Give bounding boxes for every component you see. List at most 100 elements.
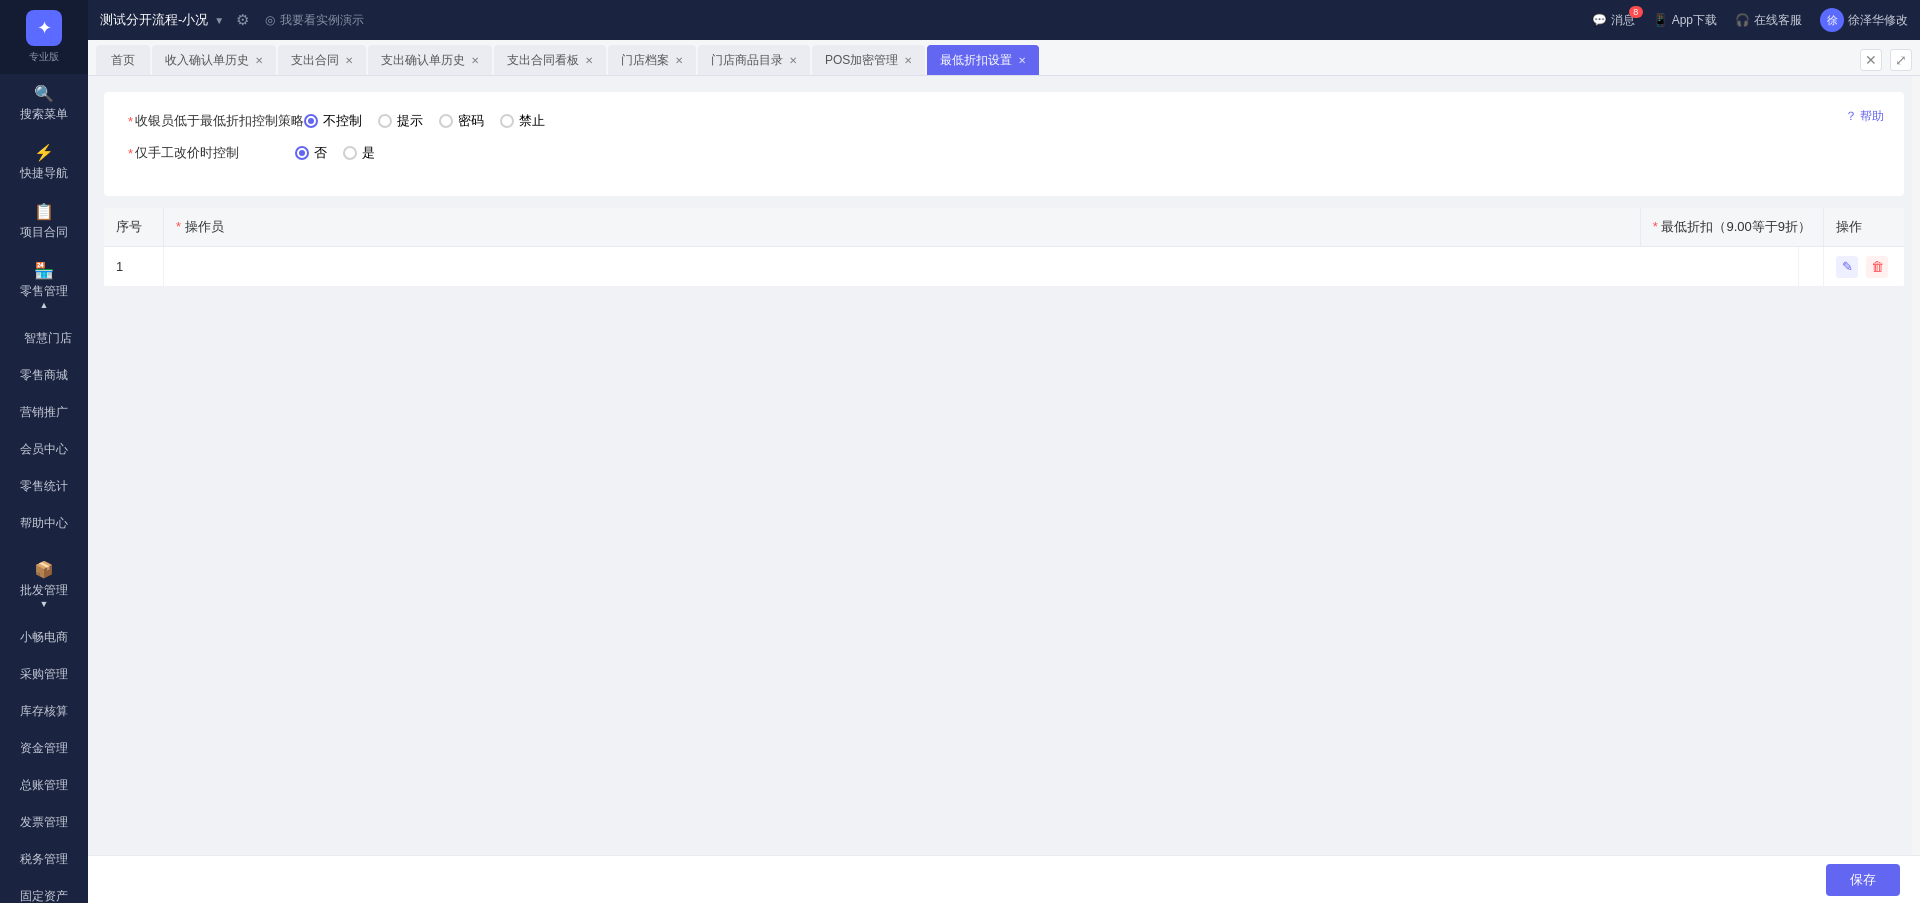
tab-income-confirm[interactable]: 收入确认单历史 ✕ <box>152 45 276 75</box>
td-operator <box>164 247 1799 286</box>
close-tabs-button[interactable]: ✕ <box>1860 49 1882 71</box>
td-min-discount <box>1799 247 1824 286</box>
footer: 保存 <box>88 855 1920 903</box>
tab-label: 支出确认单历史 <box>381 52 465 69</box>
radio-label-forbid: 禁止 <box>519 112 545 130</box>
sidebar-item-member[interactable]: 会员中心 <box>0 431 88 468</box>
radio-no[interactable]: 否 <box>295 144 327 162</box>
radio-circle-password <box>439 114 453 128</box>
tab-payment-confirm[interactable]: 支出确认单历史 ✕ <box>368 45 492 75</box>
retail-icon: 🏪 <box>34 261 54 280</box>
tab-label: 支出合同 <box>291 52 339 69</box>
close-icon[interactable]: ✕ <box>789 55 797 66</box>
tab-store-products[interactable]: 门店商品目录 ✕ <box>698 45 810 75</box>
radio-yes[interactable]: 是 <box>343 144 375 162</box>
app-download-button[interactable]: 📱 App下载 <box>1653 12 1717 29</box>
radio-circle-forbid <box>500 114 514 128</box>
sidebar-item-project[interactable]: 📋 项目合同 <box>0 192 88 251</box>
online-support-button[interactable]: 🎧 在线客服 <box>1735 12 1802 29</box>
close-icon[interactable]: ✕ <box>255 55 263 66</box>
radio-circle-yes <box>343 146 357 160</box>
search-icon: 🔍 <box>34 84 54 103</box>
sidebar: ✦ 专业版 🔍 搜索菜单 ⚡ 快捷导航 📋 项目合同 🏪 零售管理 ▲ 智慧门店… <box>0 0 88 903</box>
required-mark: * <box>128 146 133 161</box>
radio-forbid[interactable]: 禁止 <box>500 112 545 130</box>
sidebar-item-label: 会员中心 <box>20 441 68 458</box>
messages-button[interactable]: 💬 消息 8 <box>1592 12 1635 29</box>
tab-payment-board[interactable]: 支出合同看板 ✕ <box>494 45 606 75</box>
online-support-label: 在线客服 <box>1754 12 1802 29</box>
tab-store-file[interactable]: 门店档案 ✕ <box>608 45 696 75</box>
sidebar-item-invoice[interactable]: 发票管理 <box>0 804 88 841</box>
radio-no-control[interactable]: 不控制 <box>304 112 362 130</box>
sidebar-item-label: 采购管理 <box>20 666 68 683</box>
content-area: ？ 帮助 * 收银员低于最低折扣控制策略 不控制 提示 <box>88 76 1920 855</box>
radio-circle-no-control <box>304 114 318 128</box>
sidebar-item-search[interactable]: 🔍 搜索菜单 <box>0 74 88 133</box>
required-mark: * <box>176 219 185 234</box>
sidebar-item-label: 库存核算 <box>20 703 68 720</box>
close-icon[interactable]: ✕ <box>585 55 593 66</box>
sidebar-item-online-store[interactable]: 零售商城 <box>0 357 88 394</box>
required-mark: * <box>128 114 133 129</box>
settings-icon[interactable]: ⚙ <box>236 11 249 29</box>
radio-hint[interactable]: 提示 <box>378 112 423 130</box>
close-icon[interactable]: ✕ <box>1018 55 1026 66</box>
tab-payment-contract[interactable]: 支出合同 ✕ <box>278 45 366 75</box>
project-selector[interactable]: 测试分开流程-小况 ▼ <box>100 11 224 29</box>
sidebar-item-fixed-assets[interactable]: 固定资产 <box>0 878 88 903</box>
td-actions: ✎ 🗑 <box>1824 247 1904 286</box>
radio-circle-hint <box>378 114 392 128</box>
delete-button[interactable]: 🗑 <box>1866 256 1888 278</box>
project-name: 测试分开流程-小况 <box>100 11 208 29</box>
tab-label: 门店商品目录 <box>711 52 783 69</box>
sidebar-logo: ✦ 专业版 <box>0 0 88 74</box>
sidebar-item-ledger[interactable]: 总账管理 <box>0 767 88 804</box>
sidebar-item-finance[interactable]: 资金管理 <box>0 730 88 767</box>
manual-radio-group: 否 是 <box>295 144 375 162</box>
form-row-manual: * 仅手工改价时控制 否 是 <box>128 144 1880 162</box>
close-icon[interactable]: ✕ <box>345 55 353 66</box>
tab-pos-encrypt[interactable]: POS加密管理 ✕ <box>812 45 925 75</box>
form-row-strategy: * 收银员低于最低折扣控制策略 不控制 提示 密码 <box>128 112 1880 130</box>
sidebar-item-label: 项目合同 <box>20 224 68 241</box>
sidebar-item-help[interactable]: 帮助中心 <box>0 505 88 542</box>
edit-button[interactable]: ✎ <box>1836 256 1858 278</box>
circle-icon: ◎ <box>265 13 275 27</box>
close-icon[interactable]: ✕ <box>471 55 479 66</box>
topbar: 测试分开流程-小况 ▼ ⚙ ◎ 我要看实例演示 💬 消息 8 📱 App下载 🎧… <box>88 0 1920 40</box>
radio-password[interactable]: 密码 <box>439 112 484 130</box>
strategy-label: 收银员低于最低折扣控制策略 <box>135 112 304 130</box>
tab-min-discount[interactable]: 最低折扣设置 ✕ <box>927 45 1039 75</box>
radio-label-no: 否 <box>314 144 327 162</box>
sidebar-item-tax[interactable]: 税务管理 <box>0 841 88 878</box>
chevron-up-icon: ▲ <box>40 300 49 310</box>
sidebar-item-wholesale[interactable]: 📦 批发管理 ▼ <box>0 550 88 619</box>
sidebar-item-smart-store[interactable]: 智慧门店 <box>0 320 88 357</box>
chevron-down-icon: ▼ <box>214 15 224 26</box>
sidebar-item-shortcuts[interactable]: ⚡ 快捷导航 <box>0 133 88 192</box>
sidebar-item-label: 搜索菜单 <box>20 106 68 123</box>
sidebar-item-marketing[interactable]: 营销推广 <box>0 394 88 431</box>
expand-button[interactable]: ⤢ <box>1890 49 1912 71</box>
sidebar-item-inventory[interactable]: 库存核算 <box>0 693 88 730</box>
seq-value: 1 <box>116 259 123 274</box>
sidebar-item-label: 零售统计 <box>20 478 68 495</box>
save-button[interactable]: 保存 <box>1826 864 1900 896</box>
sidebar-item-retail-stats[interactable]: 零售统计 <box>0 468 88 505</box>
close-icon[interactable]: ✕ <box>675 55 683 66</box>
help-link[interactable]: ？ 帮助 <box>1845 108 1884 125</box>
manual-label: 仅手工改价时控制 <box>135 144 295 162</box>
settings-card: ？ 帮助 * 收银员低于最低折扣控制策略 不控制 提示 <box>104 92 1904 196</box>
user-menu-button[interactable]: 徐 徐泽华修改 <box>1820 8 1908 32</box>
radio-circle-no <box>295 146 309 160</box>
sidebar-item-retail[interactable]: 🏪 零售管理 ▲ <box>0 251 88 320</box>
close-icon[interactable]: ✕ <box>904 55 912 66</box>
sidebar-item-ecom[interactable]: 小畅电商 <box>0 619 88 656</box>
tab-home[interactable]: 首页 <box>96 45 150 75</box>
message-icon: 💬 <box>1592 13 1607 27</box>
demo-link[interactable]: ◎ 我要看实例演示 <box>265 12 364 29</box>
sidebar-item-purchase[interactable]: 采购管理 <box>0 656 88 693</box>
sidebar-item-label: 零售管理 <box>20 283 68 300</box>
th-operator: * 操作员 <box>164 208 1641 246</box>
